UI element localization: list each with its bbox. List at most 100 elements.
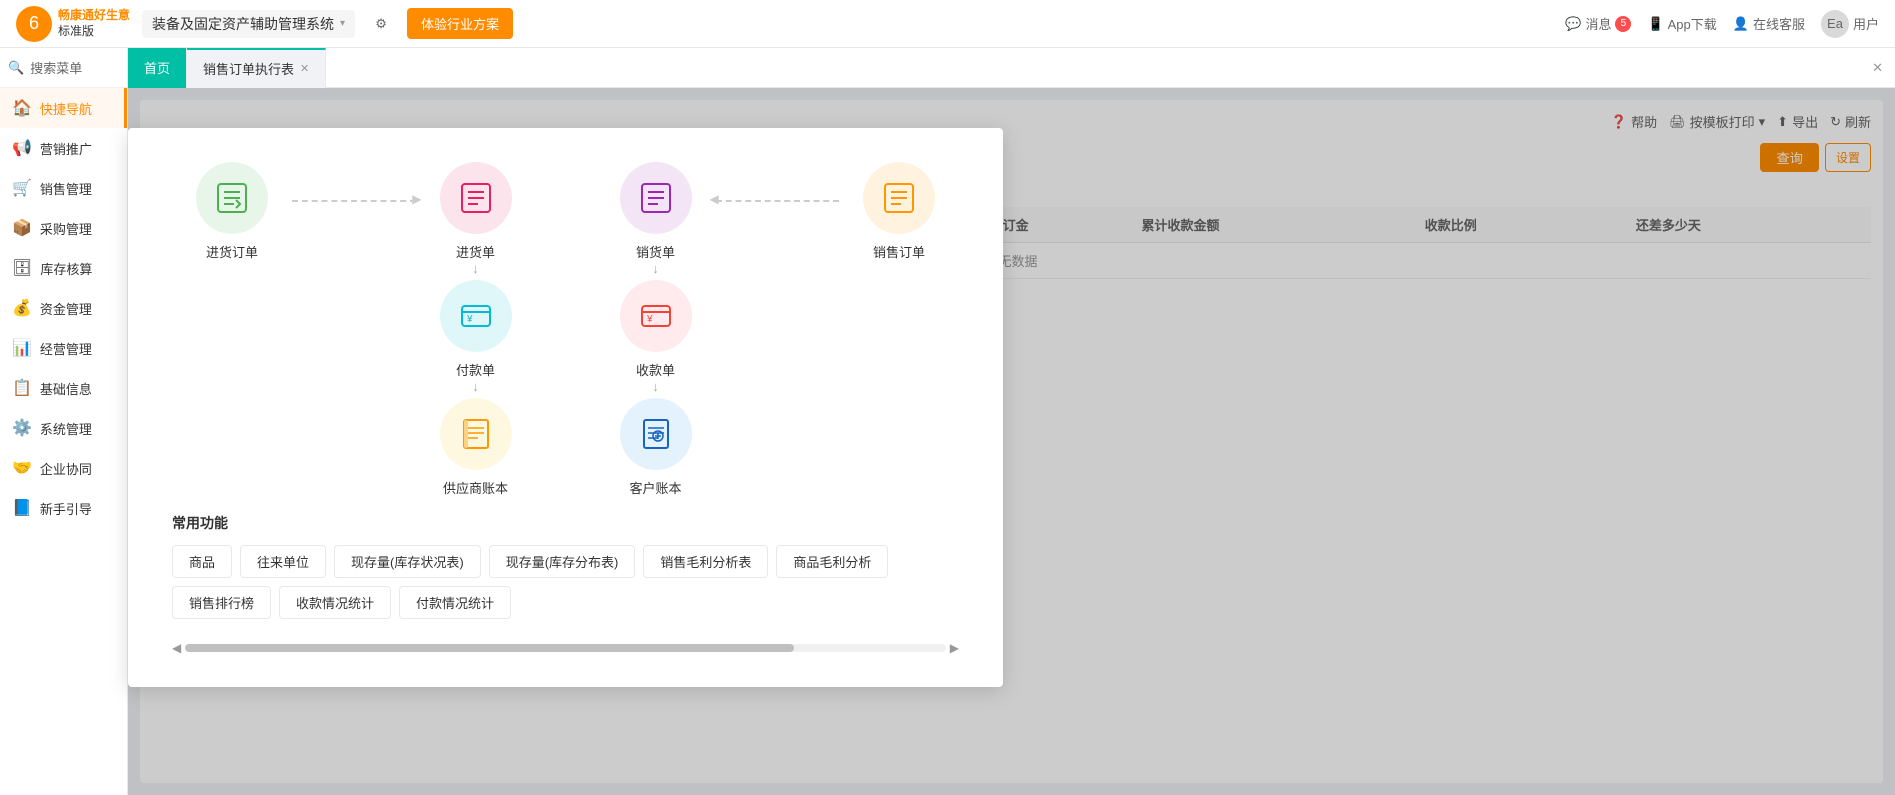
supplier-ledger-icon [440,398,512,470]
message-badge: 5 [1615,16,1631,32]
scroll-area: ◀ ▶ [152,641,979,663]
marketing-icon: 📢 [12,138,32,158]
close-all-tabs[interactable]: ✕ [1860,60,1895,76]
flow-diagram: 进货订单 ▶ [152,152,979,497]
home-icon: 🏠 [12,98,32,118]
func-btn-sales-profit[interactable]: 销售毛利分析表 [643,545,768,578]
quick-guide-panel: 进货订单 ▶ [128,128,1003,687]
try-btn[interactable]: 体验行业方案 [407,8,513,39]
brand-name: 畅康通好生意 [58,8,130,24]
scroll-thumb [185,644,793,652]
user-menu[interactable]: Ea 用户 [1821,10,1879,38]
system-title[interactable]: 装备及固定资产辅助管理系统 ▾ [142,10,355,38]
operations-icon: 📊 [12,338,32,358]
basicinfo-icon: 📋 [12,378,32,398]
tab-sales-order-exec[interactable]: 销售订单执行表 ✕ [187,48,326,88]
flow-node-supplier-ledger[interactable]: 供应商账本 [416,398,536,497]
common-functions: 常用功能 商品 往来单位 现存量(库存状况表) 现存量(库存分布表) 销售毛利分… [152,497,979,629]
sidebar-item-newbie[interactable]: 📘 新手引导 [0,488,127,528]
sidebar-item-inventory[interactable]: 🗄 库存核算 [0,248,127,288]
search-menu[interactable]: 🔍 搜索菜单 [0,48,127,88]
func-btn-product-profit[interactable]: 商品毛利分析 [776,545,888,578]
avatar: Ea [1821,10,1849,38]
arrow-down-sales: ↓ [596,261,716,276]
inventory-icon: 🗄 [12,258,32,278]
flow-arrows-down2: ↓ ↓ [172,379,959,394]
arrow-down-receipt: ↓ [596,379,716,394]
scroll-right-arrow[interactable]: ▶ [950,641,959,655]
sidebar-item-quick-guide[interactable]: 🏠 快捷导航 [0,88,127,128]
func-buttons: 商品 往来单位 现存量(库存状况表) 现存量(库存分布表) 销售毛利分析表 商品… [172,545,959,578]
func-btn-stock-dist[interactable]: 现存量(库存分布表) [489,545,636,578]
brand-version: 标准版 [58,24,130,40]
flow-node-payment[interactable]: ¥ 付款单 [416,280,536,379]
enterprise-icon: 🤝 [12,458,32,478]
tab-close-icon[interactable]: ✕ [300,62,309,75]
flow-node-purchase-order[interactable]: 进货订单 [172,162,292,261]
settings-button[interactable]: ⚙ [367,10,395,38]
tab-bar: 首页 销售订单执行表 ✕ ✕ [128,48,1895,88]
sidebar-item-finance[interactable]: 💰 资金管理 [0,288,127,328]
flow-node-customer-ledger[interactable]: 客户账本 [596,398,716,497]
common-func-title: 常用功能 [172,513,959,533]
online-service-btn[interactable]: 👤 在线客服 [1733,14,1805,33]
flow-row-3: 供应商账本 客户账本 [172,398,959,497]
func-btn-counterpart[interactable]: 往来单位 [240,545,326,578]
system-icon: ⚙️ [12,418,32,438]
service-icon: 👤 [1733,16,1749,32]
scroll-track[interactable] [185,644,946,652]
flow-row-2: ¥ 付款单 ¥ 收款单 [172,280,959,379]
search-icon: 🔍 [8,60,24,76]
sidebar-item-operations[interactable]: 📊 经营管理 [0,328,127,368]
arrow-sales-order-to-bill: ◀ [716,200,840,224]
finance-icon: 💰 [12,298,32,318]
payment-icon: ¥ [440,280,512,352]
newbie-icon: 📘 [12,498,32,518]
chevron-down-icon: ▾ [340,18,345,29]
sidebar: 🔍 搜索菜单 🏠 快捷导航 📢 营销推广 🛒 销售管理 📦 采购管理 🗄 [0,48,128,795]
sidebar-item-basic-info[interactable]: 📋 基础信息 [0,368,127,408]
content-area: 首页 销售订单执行表 ✕ ✕ ❓ 帮助 [128,48,1895,795]
func-btn-stock-status[interactable]: 现存量(库存状况表) [334,545,481,578]
flow-node-sales-order[interactable]: 销售订单 [839,162,959,261]
customer-ledger-icon [620,398,692,470]
message-btn[interactable]: 💬 消息 5 [1565,14,1631,33]
sidebar-item-system[interactable]: ⚙️ 系统管理 [0,408,127,448]
logo-area: 6 畅康通好生意 标准版 [16,6,130,42]
page-content: ❓ 帮助 🖨 按模板打印 ▾ ⬆ 导出 ↻ [128,88,1895,795]
message-icon: 💬 [1565,16,1581,32]
logo-text: 畅康通好生意 标准版 [58,8,130,39]
flow-arrows-down: ↓ ↓ [172,261,959,276]
purchase-bill-icon [440,162,512,234]
app-container: 6 畅康通好生意 标准版 装备及固定资产辅助管理系统 ▾ ⚙ 体验行业方案 💬 … [0,0,1895,795]
sidebar-item-purchase[interactable]: 📦 采购管理 [0,208,127,248]
app-download-btn[interactable]: 📱 App下载 [1647,14,1716,33]
func-btn-receipt-stats[interactable]: 收款情况统计 [279,586,391,619]
tab-home[interactable]: 首页 [128,48,187,88]
receipt-icon: ¥ [620,280,692,352]
func-btn-product[interactable]: 商品 [172,545,232,578]
arrow-down-payment: ↓ [416,379,536,394]
flow-node-purchase-bill[interactable]: 进货单 [416,162,536,261]
svg-text:¥: ¥ [646,314,653,325]
logo-icon: 6 [16,6,52,42]
purchase-icon: 📦 [12,218,32,238]
func-btn-sales-ranking[interactable]: 销售排行榜 [172,586,271,619]
top-right-area: 💬 消息 5 📱 App下载 👤 在线客服 Ea 用户 [1565,10,1879,38]
sidebar-item-enterprise[interactable]: 🤝 企业协同 [0,448,127,488]
sales-order-icon [863,162,935,234]
func-btn-payment-stats[interactable]: 付款情况统计 [399,586,511,619]
flow-node-receipt[interactable]: ¥ 收款单 [596,280,716,379]
arrow-down-purchase: ↓ [416,261,536,276]
arrow-purchase-to-bill: ▶ [292,200,416,224]
sidebar-item-marketing[interactable]: 📢 营销推广 [0,128,127,168]
main-area: 🔍 搜索菜单 🏠 快捷导航 📢 营销推广 🛒 销售管理 📦 采购管理 🗄 [0,48,1895,795]
top-bar: 6 畅康通好生意 标准版 装备及固定资产辅助管理系统 ▾ ⚙ 体验行业方案 💬 … [0,0,1895,48]
flow-node-sales-bill[interactable]: 销货单 [596,162,716,261]
purchase-order-icon [196,162,268,234]
download-icon: 📱 [1647,16,1663,32]
scroll-left-arrow[interactable]: ◀ [172,641,181,655]
func-buttons-row2: 销售排行榜 收款情况统计 付款情况统计 [172,586,959,619]
sidebar-item-sales[interactable]: 🛒 销售管理 [0,168,127,208]
svg-text:¥: ¥ [466,314,473,325]
